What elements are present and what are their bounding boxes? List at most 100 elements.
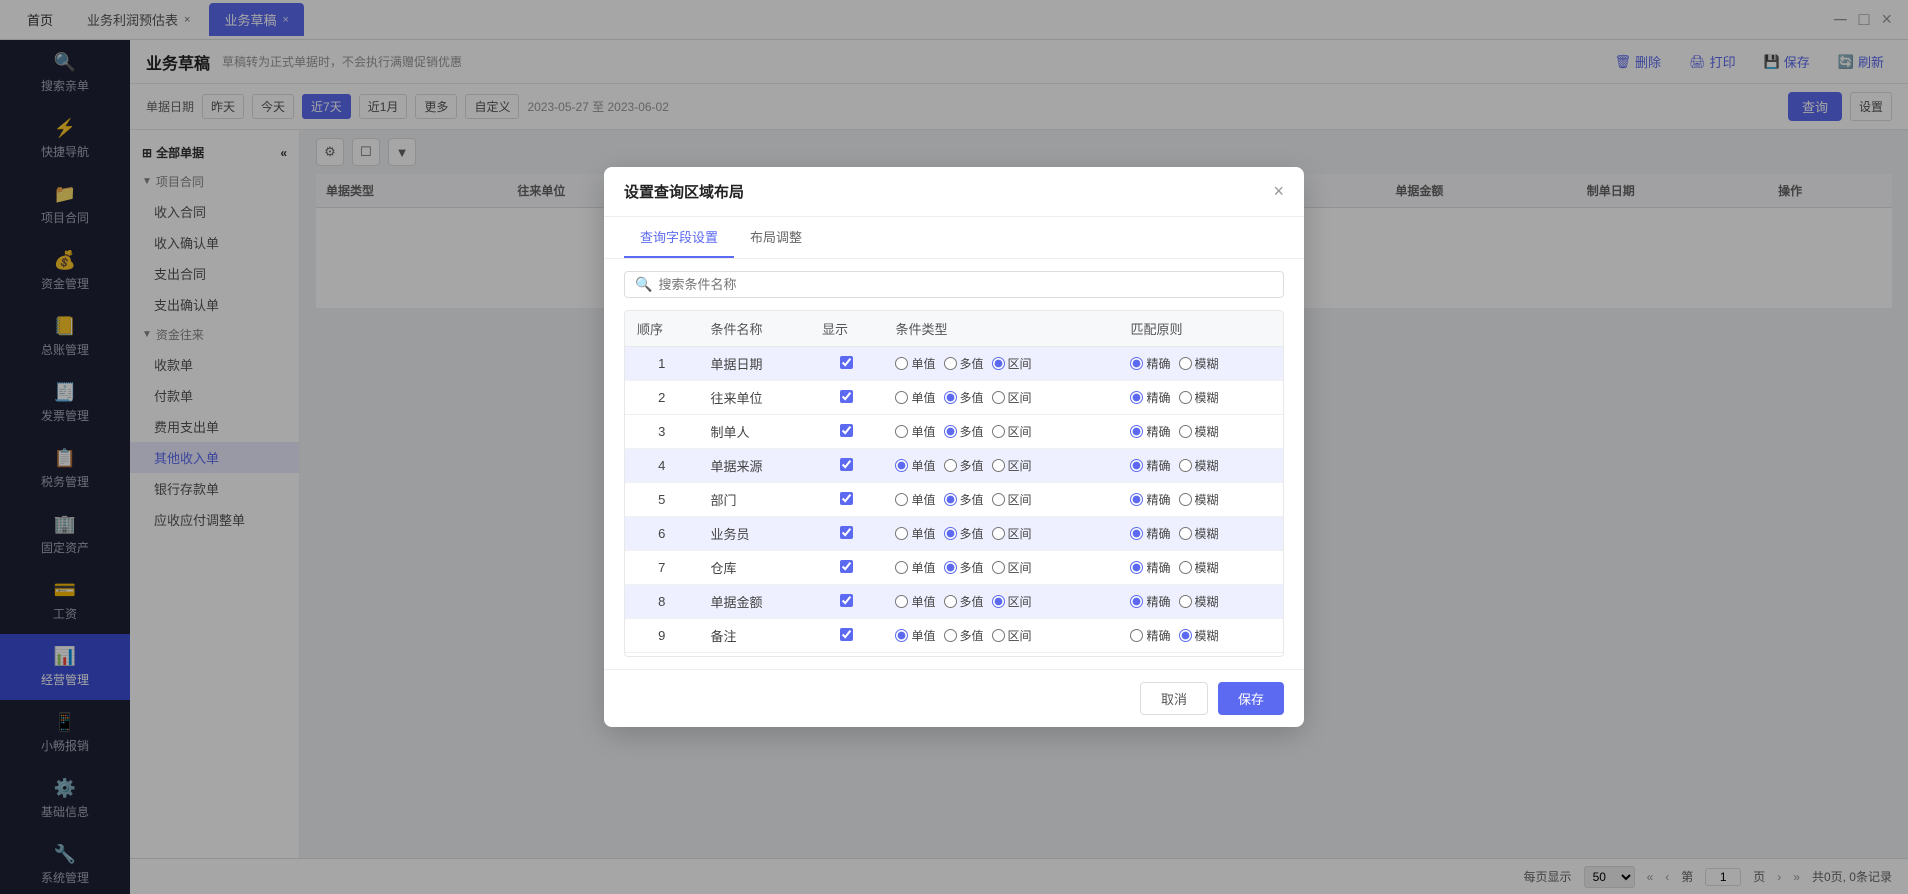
cond-type-option[interactable]: 多值 <box>944 457 984 474</box>
display-checkbox[interactable] <box>840 492 853 505</box>
cond-type-option[interactable]: 区间 <box>992 423 1032 440</box>
modal-title: 设置查询区域布局 <box>624 181 744 202</box>
match-rule-option[interactable]: 精确 <box>1130 593 1170 610</box>
cond-type-option[interactable]: 单值 <box>895 389 935 406</box>
match-rule-option[interactable]: 模糊 <box>1179 423 1219 440</box>
cell-order: 2 <box>625 381 698 415</box>
table-row: 7仓库 单值多值区间 精确模糊 <box>625 551 1283 585</box>
search-bar: 🔍 <box>624 271 1284 298</box>
cond-type-option[interactable]: 多值 <box>944 627 984 644</box>
display-checkbox[interactable] <box>840 594 853 607</box>
cell-order: 6 <box>625 517 698 551</box>
cell-order: 7 <box>625 551 698 585</box>
cell-name: 仓库 <box>698 551 810 585</box>
table-row: 8单据金额 单值多值区间 精确模糊 <box>625 585 1283 619</box>
cell-name: 单据来源 <box>698 449 810 483</box>
cell-order: 10 <box>625 653 698 658</box>
cond-type-option[interactable]: 单值 <box>895 627 935 644</box>
table-row: 6业务员单值多值区间精确模糊 <box>625 517 1283 551</box>
modal-save-button[interactable]: 保存 <box>1218 682 1284 715</box>
modal-tab-layout[interactable]: 布局调整 <box>734 217 818 258</box>
search-bar-icon: 🔍 <box>635 276 652 293</box>
match-rule-option[interactable]: 模糊 <box>1179 627 1219 644</box>
modal-header: 设置查询区域布局 × <box>604 167 1304 217</box>
display-checkbox[interactable] <box>840 424 853 437</box>
cond-type-option[interactable]: 区间 <box>992 559 1032 576</box>
cond-type-option[interactable]: 区间 <box>992 355 1032 372</box>
cond-type-option[interactable]: 单值 <box>895 491 935 508</box>
cond-type-option[interactable]: 区间 <box>992 525 1032 542</box>
match-rule-option[interactable]: 精确 <box>1130 627 1170 644</box>
cond-type-option[interactable]: 单值 <box>895 355 935 372</box>
cell-name: 往来单位 <box>698 381 810 415</box>
cond-type-option[interactable]: 单值 <box>895 593 935 610</box>
col-match-rule: 匹配原则 <box>1118 311 1283 347</box>
display-checkbox[interactable] <box>840 526 853 539</box>
cell-name: 备注 <box>698 619 810 653</box>
search-input[interactable] <box>658 277 1273 292</box>
cond-type-option[interactable]: 区间 <box>992 627 1032 644</box>
modal-body: 🔍 顺序 条件名称 显示 条件类型 匹配原则 <box>604 259 1304 669</box>
match-rule-option[interactable]: 精确 <box>1130 525 1170 542</box>
cond-type-option[interactable]: 单值 <box>895 559 935 576</box>
cancel-button[interactable]: 取消 <box>1140 682 1208 715</box>
match-rule-option[interactable]: 模糊 <box>1179 593 1219 610</box>
col-display: 显示 <box>810 311 883 347</box>
modal-conditions-table: 顺序 条件名称 显示 条件类型 匹配原则 1单据日期单值多值区间精确模糊2往来单… <box>624 310 1284 657</box>
modal: 设置查询区域布局 × 查询字段设置 布局调整 🔍 顺序 条件名称 <box>604 167 1304 727</box>
display-checkbox[interactable] <box>840 628 853 641</box>
cond-type-option[interactable]: 区间 <box>992 593 1032 610</box>
match-rule-option[interactable]: 精确 <box>1130 559 1170 576</box>
cond-type-option[interactable]: 区间 <box>992 389 1032 406</box>
match-rule-option[interactable]: 模糊 <box>1179 559 1219 576</box>
table-row: 10单据编号单值多值区间精确模糊 <box>625 653 1283 658</box>
match-rule-option[interactable]: 模糊 <box>1179 355 1219 372</box>
match-rule-option[interactable]: 精确 <box>1130 457 1170 474</box>
modal-tab-query[interactable]: 查询字段设置 <box>624 217 734 258</box>
match-rule-option[interactable]: 精确 <box>1130 491 1170 508</box>
cond-type-option[interactable]: 多值 <box>944 423 984 440</box>
cond-type-option[interactable]: 区间 <box>992 457 1032 474</box>
match-rule-option[interactable]: 模糊 <box>1179 525 1219 542</box>
modal-tabs: 查询字段设置 布局调整 <box>604 217 1304 259</box>
cond-type-option[interactable]: 区间 <box>992 491 1032 508</box>
cond-type-option[interactable]: 单值 <box>895 525 935 542</box>
table-row: 5部门单值多值区间精确模糊 <box>625 483 1283 517</box>
cell-name: 制单人 <box>698 415 810 449</box>
match-rule-option[interactable]: 精确 <box>1130 423 1170 440</box>
match-rule-option[interactable]: 模糊 <box>1179 457 1219 474</box>
match-rule-option[interactable]: 精确 <box>1130 389 1170 406</box>
cell-name: 单据编号 <box>698 653 810 658</box>
cond-type-option[interactable]: 多值 <box>944 559 984 576</box>
table-row: 9备注 单值多值区间 精确模糊 <box>625 619 1283 653</box>
table-row: 3制单人单值多值区间精确模糊 <box>625 415 1283 449</box>
col-cond-name: 条件名称 <box>698 311 810 347</box>
match-rule-option[interactable]: 模糊 <box>1179 491 1219 508</box>
display-checkbox[interactable] <box>840 458 853 471</box>
cell-order: 8 <box>625 585 698 619</box>
cond-type-option[interactable]: 多值 <box>944 525 984 542</box>
match-rule-option[interactable]: 精确 <box>1130 355 1170 372</box>
table-row: 4单据来源单值多值区间精确模糊 <box>625 449 1283 483</box>
modal-close-button[interactable]: × <box>1273 181 1284 202</box>
cell-order: 9 <box>625 619 698 653</box>
cond-type-option[interactable]: 多值 <box>944 491 984 508</box>
cell-name: 单据金额 <box>698 585 810 619</box>
cond-type-option[interactable]: 单值 <box>895 423 935 440</box>
modal-overlay: 设置查询区域布局 × 查询字段设置 布局调整 🔍 顺序 条件名称 <box>0 0 1908 894</box>
cond-type-option[interactable]: 多值 <box>944 593 984 610</box>
cond-type-option[interactable]: 多值 <box>944 389 984 406</box>
cond-type-option[interactable]: 单值 <box>895 457 935 474</box>
cell-order: 1 <box>625 347 698 381</box>
table-row: 2往来单位 单值多值区间 精确模糊 <box>625 381 1283 415</box>
cell-order: 5 <box>625 483 698 517</box>
display-checkbox[interactable] <box>840 390 853 403</box>
cond-type-option[interactable]: 多值 <box>944 355 984 372</box>
modal-footer: 取消 保存 <box>604 669 1304 727</box>
match-rule-option[interactable]: 模糊 <box>1179 389 1219 406</box>
display-checkbox[interactable] <box>840 356 853 369</box>
col-cond-type: 条件类型 <box>883 311 1118 347</box>
col-order: 顺序 <box>625 311 698 347</box>
display-checkbox[interactable] <box>840 560 853 573</box>
cell-name: 单据日期 <box>698 347 810 381</box>
